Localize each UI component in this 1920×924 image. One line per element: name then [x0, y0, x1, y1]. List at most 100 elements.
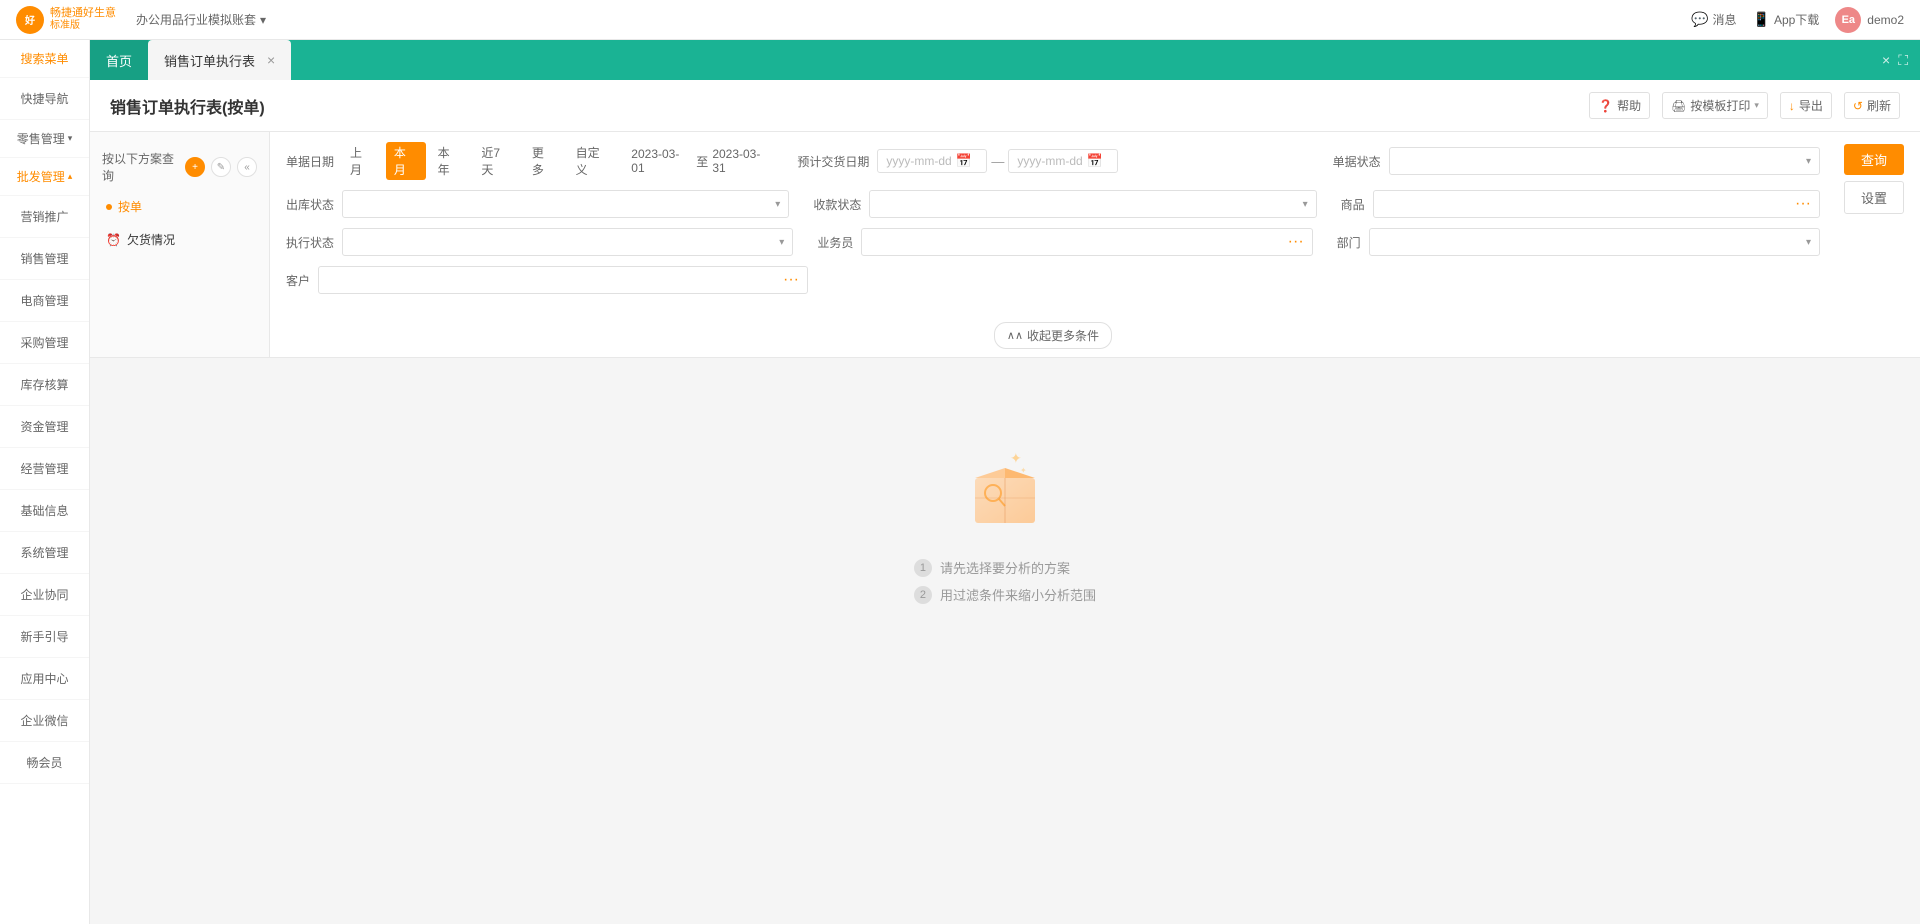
date-tab-custom[interactable]: 自定义 — [568, 142, 620, 180]
empty-state: ✦ ✦ 1 请先选择要分析的方案 2 用过滤条件来缩小分析范围 — [90, 358, 1920, 692]
date-tab-thismonth[interactable]: 本月 — [386, 142, 426, 180]
filter-sidebar-header: 按以下方案查询 + ✎ « — [90, 144, 269, 190]
minimize-icon[interactable]: × — [1882, 52, 1890, 68]
user-menu[interactable]: Ea demo2 — [1835, 7, 1904, 33]
sidebar-item-member[interactable]: 畅会员 — [0, 742, 89, 784]
filter-row-2: 出库状态 ▾ 收款状态 ▾ 商品 ··· — [286, 190, 1820, 218]
query-button[interactable]: 查询 — [1844, 144, 1904, 175]
print-chevron-icon: ▾ — [1754, 100, 1759, 111]
date-tab-thisyear[interactable]: 本年 — [430, 142, 470, 180]
date-tabs: 上月 本月 本年 近7天 更多 自定义 — [342, 142, 619, 180]
sidebar-item-ecommerce[interactable]: 电商管理 — [0, 280, 89, 322]
tab-bar: 首页 销售订单执行表 × × ⛶ — [90, 40, 1920, 80]
sidebar: 搜索菜单 快捷导航 零售管理 ▾ 批发管理 ▴ 营销推广 销售管理 电商管理 采 — [0, 40, 90, 924]
active-dot — [106, 204, 112, 210]
tab-bar-actions: × ⛶ — [1882, 52, 1920, 69]
download-icon: 📱 — [1753, 11, 1770, 28]
tab-close-button[interactable]: × — [267, 52, 275, 68]
avatar: Ea — [1835, 7, 1861, 33]
receive-status-select[interactable]: ▾ — [869, 190, 1316, 218]
sidebar-item-purchase[interactable]: 采购管理 — [0, 322, 89, 364]
print-button[interactable]: 🖨 按模板打印 ▾ — [1662, 92, 1768, 119]
order-date-range: 2023-03-01 至 2023-03-31 — [631, 147, 773, 175]
ship-status-select[interactable]: ▾ — [342, 190, 789, 218]
maximize-icon[interactable]: ⛶ — [1898, 52, 1908, 69]
sidebar-item-quicknav[interactable]: 快捷导航 — [0, 78, 89, 120]
help-button[interactable]: ❓ 帮助 — [1589, 92, 1650, 119]
expected-date-control: yyyy-mm-dd 📅 — yyyy-mm-dd 📅 — [877, 149, 1308, 173]
receive-status-label: 收款状态 — [813, 196, 861, 213]
empty-step-1: 1 请先选择要分析的方案 — [914, 558, 1096, 577]
collapse-filter-button[interactable]: ∧∧ 收起更多条件 — [994, 322, 1112, 349]
tab-sales-order[interactable]: 销售订单执行表 × — [148, 40, 291, 80]
filter-row-4: 客户 ··· — [286, 266, 1820, 294]
product-select[interactable]: ··· — [1373, 190, 1820, 218]
sidebar-item-newbie[interactable]: 新手引导 — [0, 616, 89, 658]
sidebar-item-retail[interactable]: 零售管理 ▾ — [0, 120, 89, 158]
app-download-button[interactable]: 📱 App下载 — [1753, 11, 1820, 28]
tab-home[interactable]: 首页 — [90, 40, 148, 80]
svg-text:✦: ✦ — [1010, 450, 1022, 466]
sidebar-item-sales[interactable]: 销售管理 — [0, 238, 89, 280]
calendar-from-icon: 📅 — [956, 153, 972, 169]
order-date-control: 上月 本月 本年 近7天 更多 自定义 2023-03-01 至 — [342, 142, 773, 180]
refresh-button[interactable]: ↺ 刷新 — [1844, 92, 1900, 119]
chevron-down-icon: ▾ — [68, 133, 73, 144]
ship-status-label: 出库状态 — [286, 196, 334, 213]
date-tab-last7[interactable]: 近7天 — [473, 142, 519, 180]
sidebar-item-basic[interactable]: 基础信息 — [0, 490, 89, 532]
exec-status-select[interactable]: ▾ — [342, 228, 793, 256]
filter-panel: 按以下方案查询 + ✎ « 按单 ⏰ 欠货情况 — [90, 132, 1920, 358]
date-tab-lastmonth[interactable]: 上月 — [342, 142, 382, 180]
export-button[interactable]: ↓ 导出 — [1780, 92, 1832, 119]
dept-select[interactable]: ▾ — [1369, 228, 1820, 256]
customer-label: 客户 — [286, 272, 310, 289]
sidebar-item-inventory[interactable]: 库存核算 — [0, 364, 89, 406]
product-dots-icon: ··· — [1795, 195, 1811, 213]
order-date-label: 单据日期 — [286, 153, 334, 170]
sidebar-item-operation[interactable]: 经营管理 — [0, 448, 89, 490]
add-scheme-button[interactable]: + — [185, 157, 205, 177]
filter-scheme-anorder[interactable]: 按单 — [90, 190, 269, 223]
receive-chevron-icon: ▾ — [1303, 199, 1308, 210]
filter-scheme-owing[interactable]: ⏰ 欠货情况 — [90, 223, 269, 256]
top-bar-left: 好 畅捷通好生意 标准版 办公用品行业模拟账套 ▾ — [16, 6, 266, 34]
customer-select[interactable]: ··· — [318, 266, 808, 294]
message-button[interactable]: 💬 消息 — [1691, 11, 1736, 28]
expected-date-from[interactable]: yyyy-mm-dd 📅 — [877, 149, 987, 173]
filter-sidebar-actions: + ✎ « — [185, 157, 257, 177]
sidebar-item-wechat[interactable]: 企业微信 — [0, 700, 89, 742]
exec-status-label: 执行状态 — [286, 234, 334, 251]
breadcrumb: 办公用品行业模拟账套 ▾ — [136, 11, 266, 28]
order-status-select[interactable]: ▾ — [1389, 147, 1820, 175]
sidebar-item-marketing[interactable]: 营销推广 — [0, 196, 89, 238]
sidebar-item-system[interactable]: 系统管理 — [0, 532, 89, 574]
logo-icon: 好 — [16, 6, 44, 34]
clock-icon: ⏰ — [106, 233, 121, 247]
filter-row-1: 单据日期 上月 本月 本年 近7天 更多 自定义 — [286, 142, 1820, 180]
sidebar-item-enterprise[interactable]: 企业协同 — [0, 574, 89, 616]
salesman-select[interactable]: ··· — [861, 228, 1312, 256]
order-status-label: 单据状态 — [1333, 153, 1381, 170]
product-label: 商品 — [1341, 196, 1365, 213]
help-icon: ❓ — [1598, 99, 1613, 113]
sidebar-item-wholesale[interactable]: 批发管理 ▴ — [0, 158, 89, 196]
sidebar-group-wholesale: 批发管理 ▴ — [0, 158, 89, 196]
salesman-label: 业务员 — [817, 234, 853, 251]
sidebar-item-search[interactable]: 搜索菜单 — [0, 40, 89, 78]
breadcrumb-arrow[interactable]: ▾ — [260, 13, 266, 27]
sidebar-item-finance[interactable]: 资金管理 — [0, 406, 89, 448]
logo-text: 畅捷通好生意 标准版 — [50, 7, 116, 32]
sidebar-item-appstore[interactable]: 应用中心 — [0, 658, 89, 700]
logo-area: 好 畅捷通好生意 标准版 — [16, 6, 116, 34]
settings-button[interactable]: 设置 — [1844, 181, 1904, 214]
collapse-icon: ∧∧ — [1007, 329, 1023, 342]
exec-chevron-icon: ▾ — [779, 237, 784, 248]
expected-date-to[interactable]: yyyy-mm-dd 📅 — [1008, 149, 1118, 173]
date-tab-more[interactable]: 更多 — [524, 142, 564, 180]
page-content: 销售订单执行表(按单) ❓ 帮助 🖨 按模板打印 ▾ ↓ 导出 — [90, 80, 1920, 924]
svg-text:✦: ✦ — [1020, 466, 1027, 475]
edit-scheme-button[interactable]: ✎ — [211, 157, 231, 177]
print-icon: 🖨 — [1671, 99, 1686, 113]
collapse-sidebar-button[interactable]: « — [237, 157, 257, 177]
